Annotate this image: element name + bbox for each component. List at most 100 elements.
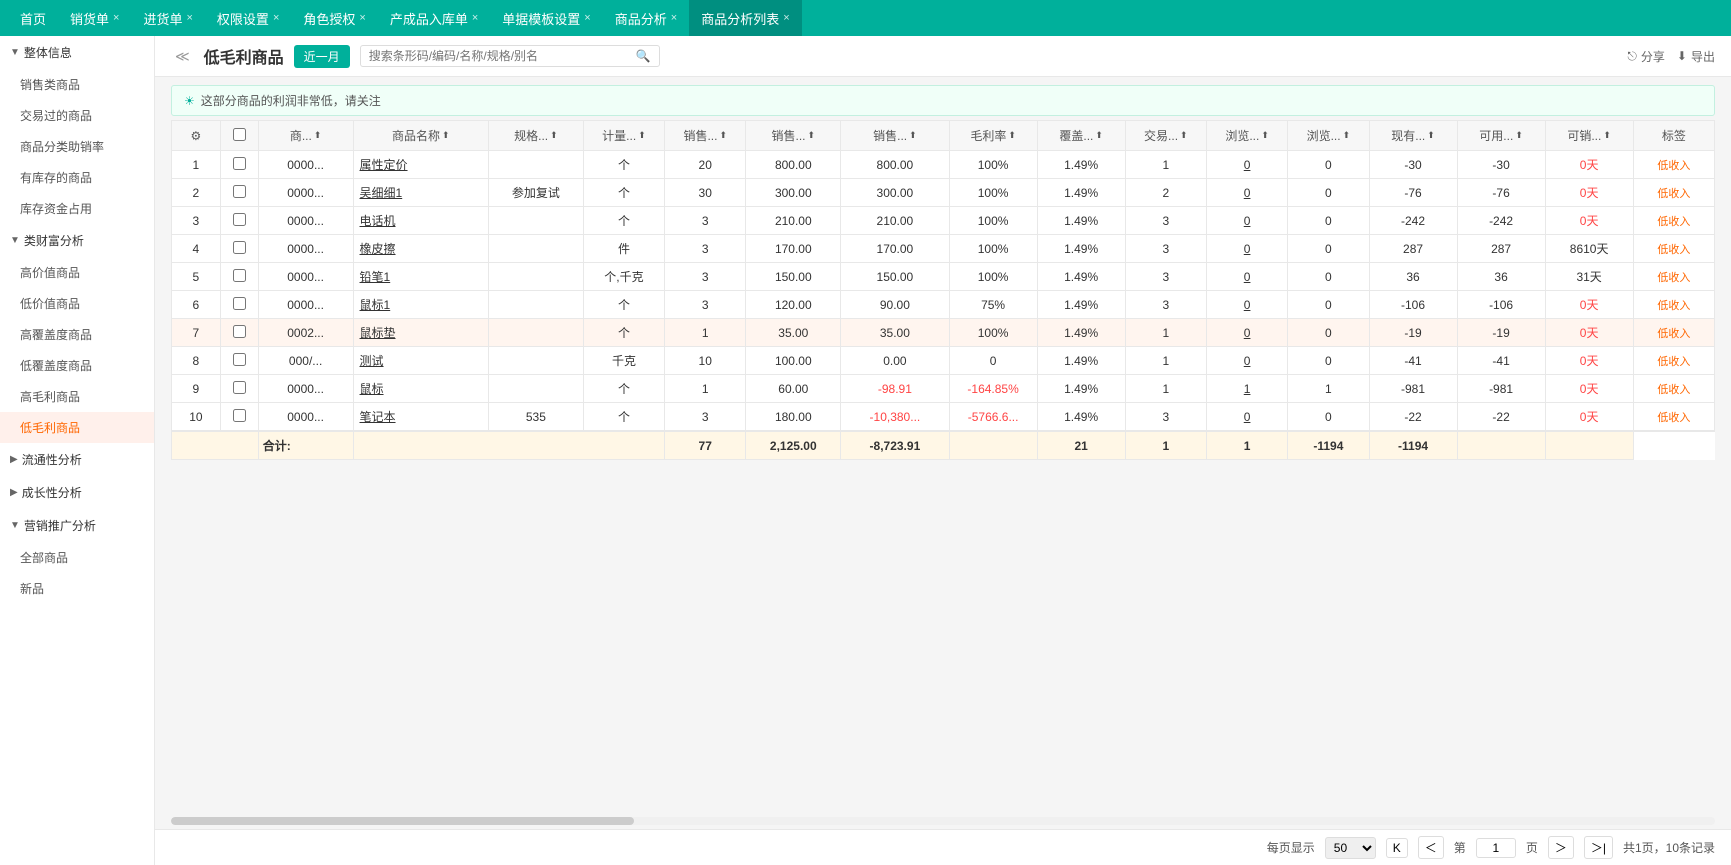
col-price[interactable]: 销售...⬆ <box>746 121 841 151</box>
sidebar-item-high-profit[interactable]: 高毛利商品 <box>0 381 154 412</box>
export-button[interactable]: ⬇ 导出 <box>1677 48 1715 65</box>
row-checkbox[interactable] <box>220 319 258 347</box>
scrollbar-thumb[interactable] <box>171 817 634 825</box>
nav-template-settings[interactable]: 单据模板设置× <box>490 0 602 36</box>
settings-icon[interactable]: ⚙ <box>191 129 202 143</box>
row-select-checkbox[interactable] <box>233 297 246 310</box>
row-checkbox[interactable] <box>220 291 258 319</box>
row-select-checkbox[interactable] <box>233 269 246 282</box>
product-name-link[interactable]: 笔记本 <box>360 410 396 424</box>
row-checkbox[interactable] <box>220 375 258 403</box>
row-select-checkbox[interactable] <box>233 185 246 198</box>
col-sales[interactable]: 销售...⬆ <box>841 121 949 151</box>
col-settings[interactable]: ⚙ <box>172 121 221 151</box>
col-available[interactable]: 可用...⬆ <box>1457 121 1545 151</box>
nav-products-in[interactable]: 产成品入库单× <box>378 0 490 36</box>
row-browse1[interactable]: 0 <box>1206 207 1287 235</box>
nav-permissions[interactable]: 权限设置× <box>205 0 291 36</box>
sidebar-item-inventory-funds[interactable]: 库存资金占用 <box>0 193 154 224</box>
row-name[interactable]: 吴细细1 <box>353 179 488 207</box>
row-name[interactable]: 鼠标垫 <box>353 319 488 347</box>
sidebar-item-low-coverage[interactable]: 低覆盖度商品 <box>0 350 154 381</box>
sidebar-group-overall[interactable]: ▼ 整体信息 <box>0 36 154 69</box>
row-browse1[interactable]: 0 <box>1206 319 1287 347</box>
sort-icon[interactable]: ⬆ <box>808 130 816 141</box>
row-browse1[interactable]: 0 <box>1206 291 1287 319</box>
browse1-link[interactable]: 0 <box>1244 158 1251 172</box>
row-browse1[interactable]: 0 <box>1206 235 1287 263</box>
sort-icon[interactable]: ⬆ <box>1261 130 1269 141</box>
close-icon[interactable]: × <box>671 12 677 24</box>
next-page-button[interactable]: ＞ <box>1548 836 1574 859</box>
browse1-link[interactable]: 0 <box>1244 186 1251 200</box>
sort-icon[interactable]: ⬆ <box>1515 130 1523 141</box>
select-all-checkbox[interactable] <box>233 128 246 141</box>
col-sellable[interactable]: 可销...⬆ <box>1545 121 1633 151</box>
page-number-input[interactable] <box>1476 838 1516 858</box>
sidebar-item-sales-goods[interactable]: 销售类商品 <box>0 69 154 100</box>
sidebar-group-marketing[interactable]: ▼ 营销推广分析 <box>0 509 154 542</box>
sort-icon[interactable]: ⬆ <box>1343 130 1351 141</box>
nav-product-analysis-list[interactable]: 商品分析列表× <box>689 0 801 36</box>
horizontal-scrollbar[interactable] <box>171 817 1715 825</box>
last-page-button[interactable]: ＞| <box>1584 836 1613 859</box>
product-name-link[interactable]: 吴细细1 <box>360 186 403 200</box>
col-coverage[interactable]: 覆盖...⬆ <box>1037 121 1125 151</box>
row-name[interactable]: 属性定价 <box>353 151 488 179</box>
browse1-link[interactable]: 1 <box>1244 382 1251 396</box>
browse1-link[interactable]: 0 <box>1244 270 1251 284</box>
sort-icon[interactable]: ⬆ <box>314 130 322 141</box>
sort-icon[interactable]: ⬆ <box>1095 130 1103 141</box>
product-name-link[interactable]: 测试 <box>360 354 384 368</box>
row-select-checkbox[interactable] <box>233 213 246 226</box>
search-input[interactable] <box>369 49 636 63</box>
sidebar-group-wealth[interactable]: ▼ 类财富分析 <box>0 224 154 257</box>
sort-icon[interactable]: ⬆ <box>1427 130 1435 141</box>
close-icon[interactable]: × <box>273 12 279 24</box>
row-name[interactable]: 鼠标1 <box>353 291 488 319</box>
sidebar-item-all-goods[interactable]: 全部商品 <box>0 542 154 573</box>
prev-page-button[interactable]: ＜ <box>1418 836 1444 859</box>
col-spec[interactable]: 规格...⬆ <box>488 121 583 151</box>
sidebar-item-in-stock[interactable]: 有库存的商品 <box>0 162 154 193</box>
table-container[interactable]: ⚙ 商...⬆ 商品名称⬆ 规格...⬆ <box>155 120 1731 817</box>
share-button[interactable]: ⎋ 分享 <box>1627 48 1665 65</box>
col-qty[interactable]: 销售...⬆ <box>665 121 746 151</box>
row-name[interactable]: 鼠标 <box>353 375 488 403</box>
row-name[interactable]: 笔记本 <box>353 403 488 432</box>
sort-icon[interactable]: ⬆ <box>1603 130 1611 141</box>
close-icon[interactable]: × <box>783 12 789 24</box>
sort-icon[interactable]: ⬆ <box>1180 130 1188 141</box>
row-checkbox[interactable] <box>220 403 258 432</box>
row-browse1[interactable]: 0 <box>1206 263 1287 291</box>
first-page-button[interactable]: K <box>1386 838 1408 858</box>
col-transactions[interactable]: 交易...⬆ <box>1125 121 1206 151</box>
product-name-link[interactable]: 电话机 <box>360 214 396 228</box>
col-current[interactable]: 现有...⬆ <box>1369 121 1457 151</box>
sidebar-item-high-value[interactable]: 高价值商品 <box>0 257 154 288</box>
browse1-link[interactable]: 0 <box>1244 354 1251 368</box>
col-browse2[interactable]: 浏览...⬆ <box>1288 121 1369 151</box>
row-name[interactable]: 测试 <box>353 347 488 375</box>
row-checkbox[interactable] <box>220 347 258 375</box>
col-tag[interactable]: 标签 <box>1633 121 1714 151</box>
row-select-checkbox[interactable] <box>233 157 246 170</box>
row-name[interactable]: 铅笔1 <box>353 263 488 291</box>
period-button[interactable]: 近一月 <box>294 45 350 68</box>
nav-sales[interactable]: 销货单× <box>58 0 131 36</box>
sidebar-group-circulation[interactable]: ▶ 流通性分析 <box>0 443 154 476</box>
col-browse1[interactable]: 浏览...⬆ <box>1206 121 1287 151</box>
nav-purchase[interactable]: 进货单× <box>131 0 204 36</box>
sort-icon[interactable]: ⬆ <box>442 130 450 141</box>
row-name[interactable]: 电话机 <box>353 207 488 235</box>
col-name[interactable]: 商品名称⬆ <box>353 121 488 151</box>
browse1-link[interactable]: 0 <box>1244 214 1251 228</box>
row-select-checkbox[interactable] <box>233 381 246 394</box>
row-select-checkbox[interactable] <box>233 353 246 366</box>
row-checkbox[interactable] <box>220 151 258 179</box>
sidebar-group-growth[interactable]: ▶ 成长性分析 <box>0 476 154 509</box>
sort-icon[interactable]: ⬆ <box>550 130 558 141</box>
row-browse1[interactable]: 0 <box>1206 151 1287 179</box>
product-name-link[interactable]: 属性定价 <box>360 158 408 172</box>
row-select-checkbox[interactable] <box>233 325 246 338</box>
